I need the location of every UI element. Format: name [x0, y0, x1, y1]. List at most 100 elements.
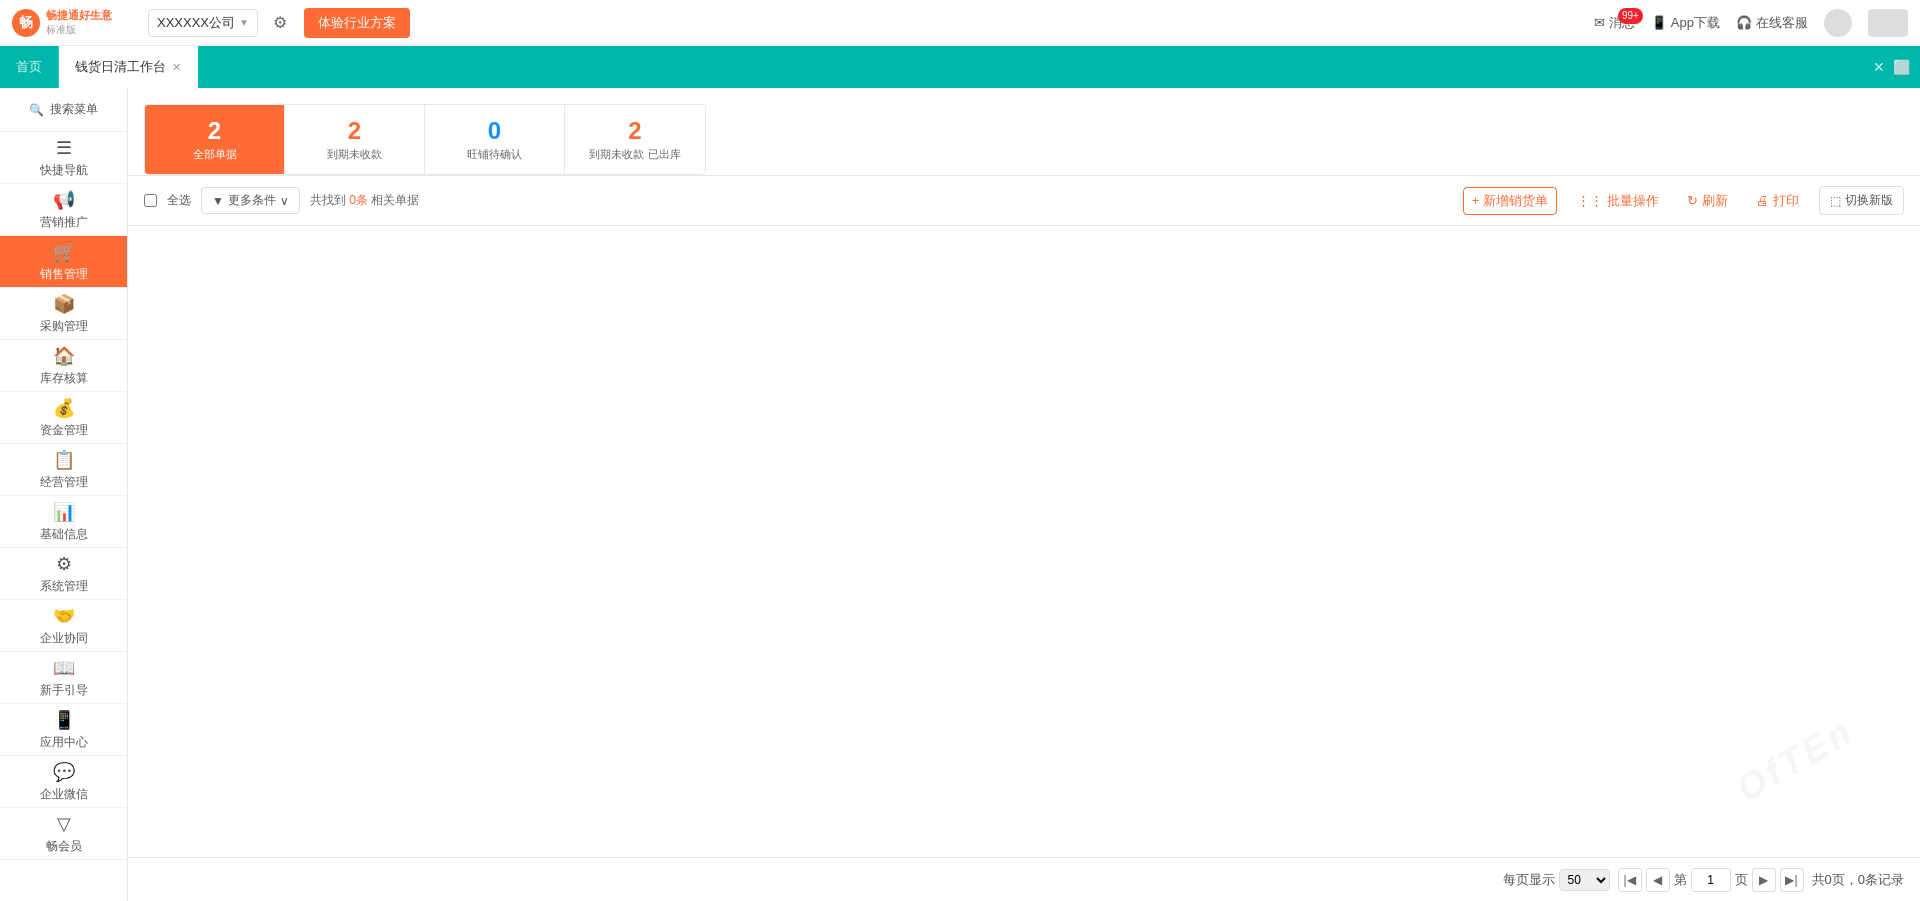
sidebar-item-operations[interactable]: 📋 经营管理	[0, 444, 127, 496]
company-name: XXXXXX公司	[157, 14, 235, 32]
stat-shipped[interactable]: 2 到期未收款 已出库	[565, 105, 705, 174]
online-service-button[interactable]: 🎧 在线客服	[1736, 14, 1808, 32]
stat-overdue-label: 到期未收款	[327, 147, 382, 162]
stat-pending-label: 旺铺待确认	[467, 147, 522, 162]
logo-text: 畅捷通好生意 标准版	[46, 8, 112, 37]
message-badge: 99+	[1618, 8, 1643, 24]
sidebar-item-wechat[interactable]: 💬 企业微信	[0, 756, 127, 808]
sidebar-item-finance[interactable]: 💰 资金管理	[0, 392, 127, 444]
prev-page-button[interactable]: ◀	[1646, 868, 1670, 892]
basic-info-icon: 📊	[53, 501, 75, 523]
stat-overdue-num: 2	[348, 117, 361, 145]
sidebar-item-sales[interactable]: 🛒 销售管理	[0, 236, 127, 288]
window-minimize-button[interactable]: ✕	[1873, 59, 1885, 75]
logo-area: 畅 畅捷通好生意 标准版	[12, 8, 140, 37]
app-body: 🔍 搜索菜单 ☰ 快捷导航 📢 营销推广 🛒 销售管理 📦 采购管理 🏠 库存核…	[0, 88, 1920, 901]
sidebar: 🔍 搜索菜单 ☰ 快捷导航 📢 营销推广 🛒 销售管理 📦 采购管理 🏠 库存核…	[0, 88, 128, 901]
tab-home[interactable]: 首页	[0, 46, 59, 88]
top-header: 畅 畅捷通好生意 标准版 XXXXXX公司 ▼ ⚙ 体验行业方案 ✉ 消息 99…	[0, 0, 1920, 46]
table-area	[128, 226, 1920, 857]
stat-pending[interactable]: 0 旺铺待确认	[425, 105, 565, 174]
system-icon: ⚙	[56, 553, 72, 575]
stat-pending-num: 0	[488, 117, 501, 145]
batch-icon: ⋮⋮	[1577, 193, 1603, 208]
download-icon: 📱	[1651, 15, 1667, 30]
per-page-selector: 每页显示 50 100 200	[1503, 869, 1610, 891]
sidebar-item-quick-nav[interactable]: ☰ 快捷导航	[0, 132, 127, 184]
company-selector[interactable]: XXXXXX公司 ▼	[148, 9, 258, 37]
stats-cards: 2 全部单据 2 到期未收款 0 旺铺待确认 2 到期未收款 已出库	[144, 104, 706, 175]
next-page-button[interactable]: ▶	[1752, 868, 1776, 892]
app-download-button[interactable]: 📱 App下载	[1651, 14, 1720, 32]
filter-chevron: ∨	[280, 194, 289, 208]
guide-icon: 📖	[53, 657, 75, 679]
main-content: 2 全部单据 2 到期未收款 0 旺铺待确认 2 到期未收款 已出库	[128, 88, 1920, 901]
avatar[interactable]	[1824, 9, 1852, 37]
sidebar-item-purchase[interactable]: 📦 采购管理	[0, 288, 127, 340]
sales-icon: 🛒	[53, 241, 75, 263]
sidebar-item-enterprise[interactable]: 🤝 企业协同	[0, 600, 127, 652]
pagination-bar: 每页显示 50 100 200 |◀ ◀ 第 页 ▶ ▶| 共0页，0条记录	[128, 857, 1920, 901]
toolbar-right: + 新增销货单 ⋮⋮ 批量操作 ↻ 刷新 🖨 打印 ⬚ 切换新版	[1463, 186, 1904, 215]
sidebar-item-system[interactable]: ⚙ 系统管理	[0, 548, 127, 600]
stat-overdue[interactable]: 2 到期未收款	[285, 105, 425, 174]
message-icon: ✉	[1594, 15, 1605, 30]
app-center-icon: 📱	[53, 709, 75, 731]
stat-shipped-label: 到期未收款 已出库	[589, 147, 680, 162]
inventory-icon: 🏠	[53, 345, 75, 367]
stat-all-label: 全部单据	[193, 147, 237, 162]
search-icon: 🔍	[29, 103, 44, 117]
total-records: 共0页，0条记录	[1812, 871, 1904, 889]
window-maximize-button[interactable]: ⬜	[1893, 59, 1910, 75]
more-filter-button[interactable]: ▼ 更多条件 ∨	[201, 187, 300, 214]
select-all-label[interactable]: 全选	[167, 192, 191, 209]
header-right: ✉ 消息 99+ 📱 App下载 🎧 在线客服	[1594, 9, 1908, 37]
finance-icon: 💰	[53, 397, 75, 419]
found-text: 共找到 0条 相关单据	[310, 192, 419, 209]
search-menu-label: 搜索菜单	[50, 101, 98, 118]
marketing-icon: 📢	[53, 189, 75, 211]
toolbar: 全选 ▼ 更多条件 ∨ 共找到 0条 相关单据 + 新增销货单 ⋮⋮ 批量操作 …	[128, 176, 1920, 226]
add-sales-order-button[interactable]: + 新增销货单	[1463, 187, 1557, 215]
first-page-button[interactable]: |◀	[1618, 868, 1642, 892]
stats-area: 2 全部单据 2 到期未收款 0 旺铺待确认 2 到期未收款 已出库	[128, 88, 1920, 176]
switch-version-button[interactable]: ⬚ 切换新版	[1819, 186, 1904, 215]
purchase-icon: 📦	[53, 293, 75, 315]
stat-all[interactable]: 2 全部单据	[145, 105, 285, 174]
sidebar-item-guide[interactable]: 📖 新手引导	[0, 652, 127, 704]
per-page-select[interactable]: 50 100 200	[1559, 869, 1610, 891]
tab-workbench[interactable]: 钱货日清工作台 ✕	[59, 46, 198, 88]
message-button[interactable]: ✉ 消息 99+	[1594, 14, 1635, 32]
select-all-checkbox[interactable]	[144, 194, 157, 207]
found-count: 0条	[349, 193, 368, 207]
refresh-button[interactable]: ↻ 刷新	[1679, 188, 1736, 214]
print-button[interactable]: 🖨 打印	[1748, 188, 1807, 214]
trial-button[interactable]: 体验行业方案	[304, 8, 410, 38]
enterprise-icon: 🤝	[53, 605, 75, 627]
per-page-label: 每页显示	[1503, 871, 1555, 889]
wechat-icon: 💬	[53, 761, 75, 783]
service-icon: 🎧	[1736, 15, 1752, 30]
sidebar-item-marketing[interactable]: 📢 营销推广	[0, 184, 127, 236]
company-dropdown-arrow: ▼	[239, 17, 249, 28]
stat-all-num: 2	[208, 117, 221, 145]
sidebar-item-member[interactable]: ▽ 畅会员	[0, 808, 127, 860]
sidebar-item-basic-info[interactable]: 📊 基础信息	[0, 496, 127, 548]
sidebar-search[interactable]: 🔍 搜索菜单	[0, 88, 127, 132]
stat-shipped-num: 2	[628, 117, 641, 145]
refresh-icon: ↻	[1687, 193, 1698, 208]
last-page-button[interactable]: ▶|	[1780, 868, 1804, 892]
operations-icon: 📋	[53, 449, 75, 471]
settings-button[interactable]: ⚙	[266, 9, 294, 37]
tab-close-button[interactable]: ✕	[172, 61, 181, 74]
sidebar-item-inventory[interactable]: 🏠 库存核算	[0, 340, 127, 392]
batch-operation-button[interactable]: ⋮⋮ 批量操作	[1569, 188, 1667, 214]
filter-icon: ▼	[212, 194, 224, 208]
page-number-input[interactable]	[1691, 868, 1731, 892]
page-navigation: |◀ ◀ 第 页 ▶ ▶|	[1618, 868, 1804, 892]
user-name-area[interactable]	[1868, 9, 1908, 37]
sidebar-item-app-center[interactable]: 📱 应用中心	[0, 704, 127, 756]
tab-window-controls: ✕ ⬜	[1873, 59, 1920, 75]
switch-icon: ⬚	[1830, 194, 1841, 208]
logo-icon: 畅	[12, 9, 40, 37]
